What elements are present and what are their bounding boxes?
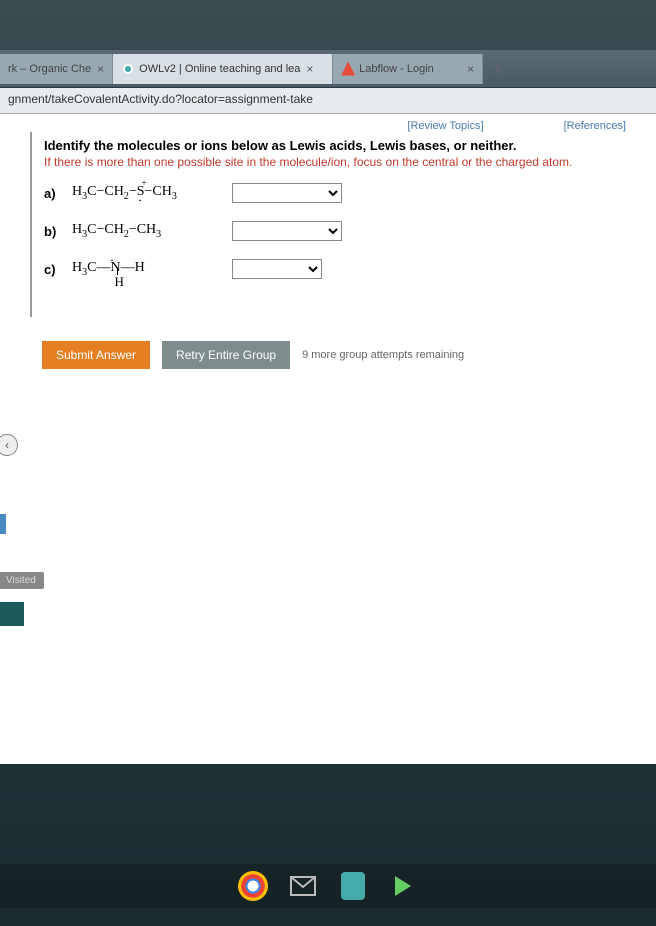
molecule-b: H3C−CH2−CH3 (72, 222, 232, 240)
dropdown-b[interactable] (232, 221, 342, 241)
envelope-icon (290, 876, 316, 896)
left-nav-dock: ‹ (0, 434, 10, 456)
tab-label: OWLv2 | Online teaching and lea (139, 63, 300, 75)
taskbar (0, 864, 656, 908)
content-area: [Review Topics] [References] Identify th… (0, 114, 656, 764)
row-label-b: b) (44, 224, 72, 239)
tab-labflow[interactable]: Labflow - Login × (333, 54, 483, 84)
tab-organic-chem[interactable]: rk – Organic Che × (0, 54, 113, 84)
question-hint: If there is more than one possible site … (44, 155, 638, 169)
row-b: b) H3C−CH2−CH3 (44, 221, 638, 241)
dropdown-c[interactable] (232, 259, 322, 279)
close-icon[interactable]: × (97, 62, 104, 76)
row-label-a: a) (44, 186, 72, 201)
molecule-a: H3C−CH2−S−CH3 (72, 184, 232, 202)
question-box: Identify the molecules or ions below as … (30, 132, 648, 317)
close-icon[interactable]: × (467, 62, 474, 76)
tab-label: Labflow - Login (359, 63, 434, 75)
retry-button[interactable]: Retry Entire Group (162, 341, 290, 369)
top-links: [Review Topics] [References] (30, 114, 656, 132)
dropdown-a[interactable] (232, 183, 342, 203)
row-label-c: c) (44, 262, 72, 277)
references-link[interactable]: [References] (564, 120, 626, 132)
progress-marker (0, 514, 6, 534)
close-icon[interactable]: × (306, 62, 313, 76)
submit-button[interactable]: Submit Answer (42, 341, 150, 369)
visited-badge: Visited (0, 572, 44, 589)
button-row: Submit Answer Retry Entire Group 9 more … (42, 341, 656, 369)
prev-button[interactable]: ‹ (0, 434, 18, 456)
row-c: c) H3C—NH—H (44, 259, 638, 279)
teal-marker (0, 602, 24, 626)
owl-icon (121, 62, 135, 76)
labflow-icon (341, 62, 355, 76)
tab-owlv2[interactable]: OWLv2 | Online teaching and lea × (113, 54, 333, 84)
url-bar[interactable]: gnment/takeCovalentActivity.do?locator=a… (0, 88, 656, 114)
molecule-c: H3C—NH—H (72, 260, 232, 278)
attempts-remaining: 9 more group attempts remaining (302, 349, 464, 361)
review-topics-link[interactable]: [Review Topics] (407, 120, 483, 132)
new-tab-button[interactable]: + (483, 61, 511, 77)
question-prompt: Identify the molecules or ions below as … (44, 138, 638, 153)
browser-tabs: rk – Organic Che × OWLv2 | Online teachi… (0, 50, 656, 88)
tab-label: rk – Organic Che (8, 63, 91, 75)
url-text: gnment/takeCovalentActivity.do?locator=a… (8, 92, 313, 106)
row-a: a) H3C−CH2−S−CH3 (44, 183, 638, 203)
